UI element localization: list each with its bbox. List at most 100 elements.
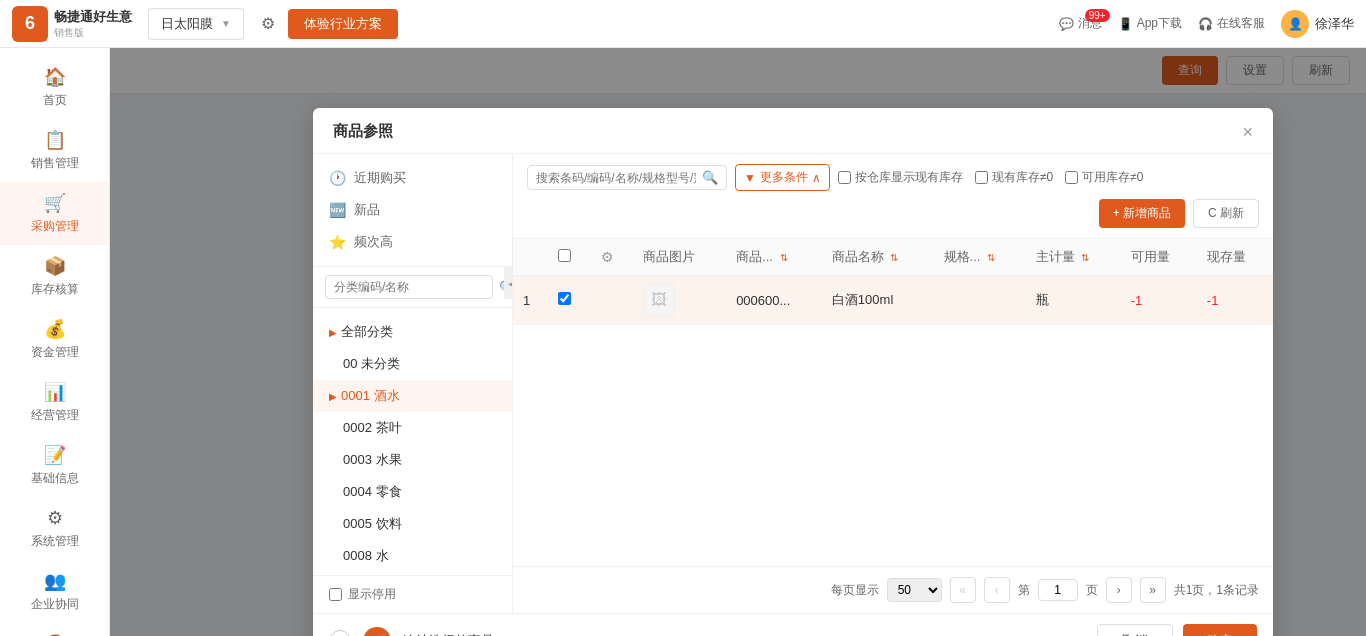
sidebar-item-finance[interactable]: 💰 资金管理 — [0, 308, 109, 371]
home-icon: 🏠 — [44, 66, 66, 88]
category-item-drinks[interactable]: 0005 饮料 — [313, 508, 512, 540]
page-size-label: 每页显示 — [831, 582, 879, 599]
table-body: 1 🖼 000600... 白酒100ml — [513, 276, 1273, 325]
category-item-water[interactable]: 0008 水 — [313, 540, 512, 572]
modal-title: 商品参照 — [333, 122, 393, 141]
category-item-all[interactable]: ▶ 全部分类 — [313, 316, 512, 348]
available-nonzero-filter[interactable]: 可用库存≠0 — [1065, 169, 1143, 186]
logo-icon: 6 — [12, 6, 48, 42]
quick-link-new[interactable]: 🆕 新品 — [313, 194, 512, 226]
cancel-button[interactable]: 取消 — [1097, 624, 1173, 636]
gear-button[interactable]: ⚙ — [252, 8, 284, 40]
inventory-icon: 📦 — [44, 255, 66, 277]
modal-close-button[interactable]: × — [1242, 123, 1253, 141]
quick-link-frequent[interactable]: ⭐ 频次高 — [313, 226, 512, 258]
modal-toolbar: 🔍 ▼ 更多条件 ∧ 按仓库显示现有库存 — [513, 154, 1273, 239]
select-all-checkbox[interactable] — [558, 249, 571, 262]
category-item-liquor[interactable]: ▶ 0001 酒水 — [313, 380, 512, 412]
content-area: 查询 设置 刷新 商品参照 × — [110, 48, 1366, 636]
th-available: 可用量 — [1121, 239, 1197, 276]
page-label2: 页 — [1086, 582, 1098, 599]
product-search-icon[interactable]: 🔍 — [702, 170, 718, 185]
sort-name-icon: ⇅ — [890, 252, 898, 263]
modal-box: 商品参照 × 🕐 近期购买 🆕 — [313, 108, 1273, 636]
page-number-input[interactable] — [1038, 579, 1078, 601]
sidebar-item-inventory[interactable]: 📦 库存核算 — [0, 245, 109, 308]
quick-links-section: 🕐 近期购买 🆕 新品 ⭐ 频次高 — [313, 154, 512, 267]
product-table: ⚙ 商品图片 商品... ⇅ — [513, 239, 1273, 325]
by-warehouse-filter[interactable]: 按仓库显示现有库存 — [838, 169, 963, 186]
sidebar-item-purchase[interactable]: 🛒 采购管理 — [0, 182, 109, 245]
quick-link-recent[interactable]: 🕐 近期购买 — [313, 162, 512, 194]
trial-button[interactable]: 体验行业方案 — [288, 9, 398, 39]
company-dropdown[interactable]: 日太阳膜 ▼ — [148, 8, 244, 40]
system-icon: ⚙ — [47, 507, 63, 529]
pagination-bar: 每页显示 50 10 20 100 « ‹ 第 页 — [513, 566, 1273, 613]
logo-area: 6 畅捷通好生意 销售版 — [12, 6, 132, 42]
sidebar-item-business[interactable]: 📊 经营管理 — [0, 371, 109, 434]
category-item-fruit[interactable]: 0003 水果 — [313, 444, 512, 476]
prev-page-button[interactable]: ‹ — [984, 577, 1010, 603]
category-list: ▶ 全部分类 00 未分类 ▶ 0001 酒水 0002 茶 — [313, 308, 512, 575]
cart-icon: 🛒 — [363, 627, 391, 636]
sidebar-item-system[interactable]: ⚙ 系统管理 — [0, 497, 109, 560]
page-label: 第 — [1018, 582, 1030, 599]
more-filters-button[interactable]: ▼ 更多条件 ∧ — [735, 164, 830, 191]
sidebar-item-sales[interactable]: 📋 销售管理 — [0, 119, 109, 182]
footer-actions: 取消 确定 — [1097, 624, 1257, 636]
user-avatar-area[interactable]: 👤 徐泽华 — [1281, 10, 1354, 38]
modal-left-panel: 🕐 近期购买 🆕 新品 ⭐ 频次高 — [313, 154, 513, 613]
page-size-select[interactable]: 50 10 20 100 — [887, 578, 942, 602]
sidebar-item-basic-info[interactable]: 📝 基础信息 — [0, 434, 109, 497]
td-unit: 瓶 — [1026, 276, 1121, 325]
refresh-product-button[interactable]: C 刷新 — [1193, 199, 1259, 228]
modal-right-panel: 🔍 ▼ 更多条件 ∧ 按仓库显示现有库存 — [513, 154, 1273, 613]
first-page-button[interactable]: « — [950, 577, 976, 603]
total-info: 共1页，1条记录 — [1174, 582, 1259, 599]
by-warehouse-checkbox[interactable] — [838, 171, 851, 184]
sidebar-item-enterprise[interactable]: 👥 企业协同 — [0, 560, 109, 623]
th-image: 商品图片 — [633, 239, 726, 276]
sidebar-item-guide[interactable]: 🎯 新手引导 — [0, 623, 109, 636]
product-table-container: ⚙ 商品图片 商品... ⇅ — [513, 239, 1273, 566]
star-icon: ⭐ — [329, 234, 346, 250]
available-nonzero-checkbox[interactable] — [1065, 171, 1078, 184]
messages-nav-item[interactable]: 💬 消息 99+ — [1059, 15, 1102, 32]
th-name: 商品名称 ⇅ — [822, 239, 934, 276]
headset-icon: 🎧 — [1198, 17, 1213, 31]
add-product-button[interactable]: + 新增商品 — [1099, 199, 1185, 228]
sidebar-item-home[interactable]: 🏠 首页 — [0, 56, 109, 119]
help-icon[interactable]: ? — [329, 630, 351, 636]
row-checkbox[interactable] — [558, 292, 571, 305]
enterprise-icon: 👥 — [44, 570, 66, 592]
next-page-button[interactable]: › — [1106, 577, 1132, 603]
table-row[interactable]: 1 🖼 000600... 白酒100ml — [513, 276, 1273, 325]
th-spec: 规格... ⇅ — [934, 239, 1026, 276]
th-num — [513, 239, 548, 276]
stock-nonzero-checkbox[interactable] — [975, 171, 988, 184]
stock-nonzero-filter[interactable]: 现有库存≠0 — [975, 169, 1053, 186]
last-page-button[interactable]: » — [1140, 577, 1166, 603]
show-disabled-checkbox[interactable] — [329, 588, 342, 601]
category-item-snacks[interactable]: 0004 零食 — [313, 476, 512, 508]
checkbox-filters-area: 按仓库显示现有库存 现有库存≠0 可用库存≠0 — [838, 169, 1144, 186]
nav-right-area: 💬 消息 99+ 📱 App下载 🎧 在线客服 👤 徐泽华 — [1059, 10, 1354, 38]
modal-footer: ? 🛒 连续选择的商品 0 ∧ 取消 确定 — [313, 613, 1273, 636]
category-search-input[interactable] — [325, 275, 493, 299]
product-search-input[interactable] — [536, 171, 696, 185]
show-disabled-label: 显示停用 — [348, 586, 396, 603]
top-navigation: 6 畅捷通好生意 销售版 日太阳膜 ▼ ⚙ 体验行业方案 💬 消息 99+ 📱 … — [0, 0, 1366, 48]
category-item-uncategorized[interactable]: 00 未分类 — [313, 348, 512, 380]
left-panel-collapse-btn[interactable]: ◀ — [504, 267, 513, 299]
purchase-icon: 🛒 — [44, 192, 66, 214]
app-download-nav-item[interactable]: 📱 App下载 — [1118, 15, 1182, 32]
td-name: 白酒100ml — [822, 276, 934, 325]
confirm-button[interactable]: 确定 — [1183, 624, 1257, 636]
column-settings-icon[interactable]: ⚙ — [601, 249, 614, 265]
finance-icon: 💰 — [44, 318, 66, 340]
main-layout: 🏠 首页 📋 销售管理 🛒 采购管理 📦 库存核算 💰 资金管理 📊 经营管理 … — [0, 48, 1366, 636]
customer-service-nav-item[interactable]: 🎧 在线客服 — [1198, 15, 1265, 32]
info-icon: 📝 — [44, 444, 66, 466]
modal-header: 商品参照 × — [313, 108, 1273, 154]
category-item-tea[interactable]: 0002 茶叶 — [313, 412, 512, 444]
